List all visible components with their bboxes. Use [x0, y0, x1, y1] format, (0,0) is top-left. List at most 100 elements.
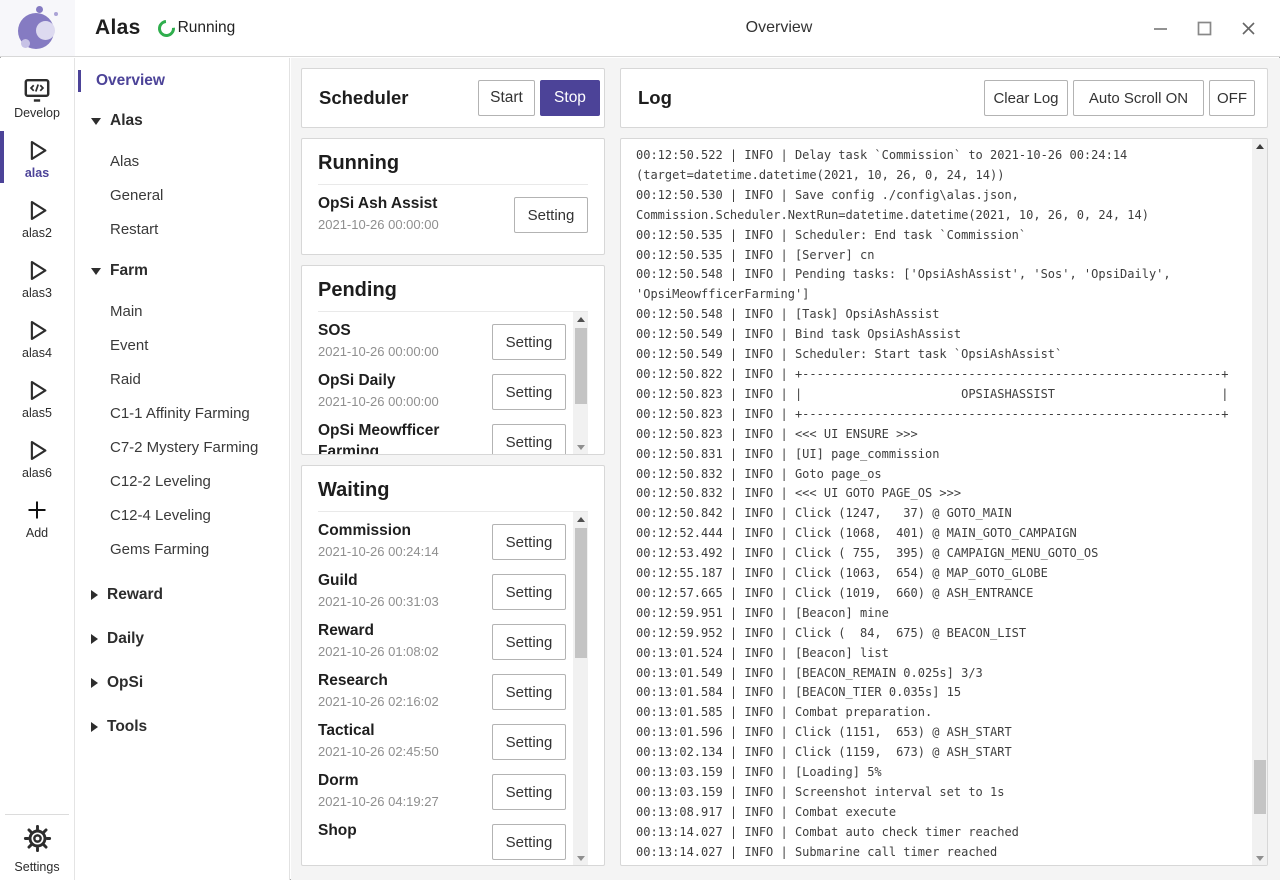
waiting-task-row: Shop Setting — [318, 818, 588, 865]
nav-item-restart[interactable]: Restart — [75, 212, 289, 246]
log-line: 'OpsiMeowfficerFarming'] — [636, 285, 1243, 305]
nav-item-main[interactable]: Main — [75, 294, 289, 328]
nav-item-general[interactable]: General — [75, 178, 289, 212]
nav-item-c1-1-affinity-farming[interactable]: C1-1 Affinity Farming — [75, 396, 289, 430]
scrollbar-thumb[interactable] — [575, 528, 587, 658]
clear-log-button[interactable]: Clear Log — [984, 80, 1068, 116]
window-controls — [1138, 0, 1270, 56]
task-setting-button[interactable]: Setting — [492, 724, 566, 760]
maximize-icon — [1196, 20, 1213, 37]
chevron-right-icon — [91, 678, 98, 688]
log-line: 00:12:50.549 | INFO | Scheduler: Start t… — [636, 345, 1243, 365]
log-line: 00:13:14.027 | INFO | Combat auto check … — [636, 823, 1243, 843]
waiting-scrollbar[interactable] — [573, 512, 588, 865]
play-icon — [24, 256, 51, 284]
nav-item-alas[interactable]: Alas — [75, 144, 289, 178]
log-line: (target=datetime.datetime(2021, 10, 26, … — [636, 166, 1243, 186]
auto-scroll-off-button[interactable]: OFF — [1209, 80, 1255, 116]
play-icon — [24, 436, 51, 464]
rail-item-label: Add — [26, 526, 48, 540]
waiting-task-row: Guild 2021-10-26 00:31:03 Setting — [318, 568, 588, 618]
rail-item-develop[interactable]: Develop — [0, 68, 74, 128]
task-name: Research — [318, 670, 486, 691]
rail-item-alas2[interactable]: alas2 — [0, 188, 74, 248]
waiting-task-row: Tactical2021-10-26 02:45:50Setting — [318, 718, 588, 768]
task-next-run-time: 2021-10-26 00:00:00 — [318, 217, 508, 232]
scroll-down-icon[interactable] — [1252, 851, 1267, 865]
auto-scroll-on-button[interactable]: Auto Scroll ON — [1073, 80, 1204, 116]
log-line: 00:12:59.951 | INFO | [Beacon] mine — [636, 604, 1243, 624]
task-setting-button[interactable]: Setting — [492, 674, 566, 710]
log-line: 00:12:50.832 | INFO | Goto page_os — [636, 465, 1243, 485]
task-name: Guild — [318, 570, 486, 591]
nav-section-header-tools[interactable]: Tools — [75, 712, 289, 742]
task-setting-button[interactable]: Setting — [492, 824, 566, 860]
nav-item-overview[interactable]: Overview — [75, 66, 289, 96]
nav-item-c7-2-mystery-farming[interactable]: C7-2 Mystery Farming — [75, 430, 289, 464]
task-setting-button[interactable]: Setting — [492, 574, 566, 610]
maximize-button[interactable] — [1182, 8, 1226, 48]
nav-item-c12-2-leveling[interactable]: C12-2 Leveling — [75, 464, 289, 498]
rail-item-alas6[interactable]: alas6 — [0, 428, 74, 488]
scrollbar-thumb[interactable] — [1254, 760, 1266, 814]
task-setting-button[interactable]: Setting — [492, 624, 566, 660]
rail-item-alas4[interactable]: alas4 — [0, 308, 74, 368]
task-name: Shop — [318, 820, 486, 841]
task-setting-button[interactable]: Setting — [492, 424, 566, 454]
task-name: SOS — [318, 320, 486, 341]
rail-item-alas5[interactable]: alas5 — [0, 368, 74, 428]
task-setting-button[interactable]: Setting — [492, 774, 566, 810]
rail-item-alas3[interactable]: alas3 — [0, 248, 74, 308]
close-icon — [1240, 20, 1257, 37]
nav-item-c12-4-leveling[interactable]: C12-4 Leveling — [75, 498, 289, 532]
nav-section-header-farm[interactable]: Farm — [75, 256, 289, 286]
pending-scrollbar[interactable] — [573, 312, 588, 454]
scroll-up-icon[interactable] — [573, 512, 588, 526]
minimize-button[interactable] — [1138, 8, 1182, 48]
task-setting-button[interactable]: Setting — [492, 524, 566, 560]
nav-section-header-alas[interactable]: Alas — [75, 106, 289, 136]
task-setting-button[interactable]: Setting — [492, 324, 566, 360]
scheduler-column: Scheduler Start Stop Running OpSi Ash As… — [301, 68, 605, 866]
log-line: 00:12:55.187 | INFO | Click (1063, 654) … — [636, 564, 1243, 584]
play-icon — [24, 316, 51, 344]
task-next-run-time: 2021-10-26 00:31:03 — [318, 594, 486, 609]
code-monitor-icon — [23, 76, 51, 104]
nav-section-header-daily[interactable]: Daily — [75, 624, 289, 654]
nav-section-header-reward[interactable]: Reward — [75, 580, 289, 610]
nav-item-gems-farming[interactable]: Gems Farming — [75, 532, 289, 566]
scroll-up-icon[interactable] — [573, 312, 588, 326]
rail-item-label: alas2 — [22, 226, 52, 240]
log-line: 00:12:50.549 | INFO | Bind task OpsiAshA… — [636, 325, 1243, 345]
nav-item-raid[interactable]: Raid — [75, 362, 289, 396]
scroll-up-icon[interactable] — [1252, 139, 1267, 153]
waiting-list[interactable]: Commission2021-10-26 00:24:14SettingGuil… — [318, 512, 588, 865]
scroll-down-icon[interactable] — [573, 851, 588, 865]
log-line: 00:13:01.584 | INFO | [BEACON_TIER 0.035… — [636, 683, 1243, 703]
rail-item-add[interactable]: Add — [0, 488, 74, 548]
stop-button[interactable]: Stop — [540, 80, 600, 116]
chevron-down-icon — [91, 118, 101, 125]
scroll-down-icon[interactable] — [573, 440, 588, 454]
start-button[interactable]: Start — [478, 80, 535, 116]
play-icon — [24, 136, 51, 164]
log-panel[interactable]: 00:12:50.522 | INFO | Delay task `Commis… — [620, 138, 1268, 866]
nav-section-tools: Tools — [75, 712, 289, 742]
log-line: 00:12:52.444 | INFO | Click (1068, 401) … — [636, 524, 1243, 544]
scheduler-status-text: Running — [178, 19, 236, 37]
pending-list[interactable]: SOS2021-10-26 00:00:00SettingOpSi Daily2… — [318, 312, 588, 454]
task-name: Dorm — [318, 770, 486, 791]
close-button[interactable] — [1226, 8, 1270, 48]
task-name: Reward — [318, 620, 486, 641]
nav-item-event[interactable]: Event — [75, 328, 289, 362]
rail-item-label: alas5 — [22, 406, 52, 420]
nav-section-header-opsi[interactable]: OpSi — [75, 668, 289, 698]
rail-item-alas[interactable]: alas — [0, 128, 74, 188]
task-setting-button[interactable]: Setting — [492, 374, 566, 410]
chevron-right-icon — [91, 722, 98, 732]
rail-item-settings[interactable]: Settings — [5, 814, 69, 874]
task-next-run-time: 2021-10-26 00:24:14 — [318, 544, 486, 559]
log-scrollbar[interactable] — [1252, 139, 1267, 865]
task-setting-button[interactable]: Setting — [514, 197, 588, 233]
scrollbar-thumb[interactable] — [575, 328, 587, 404]
